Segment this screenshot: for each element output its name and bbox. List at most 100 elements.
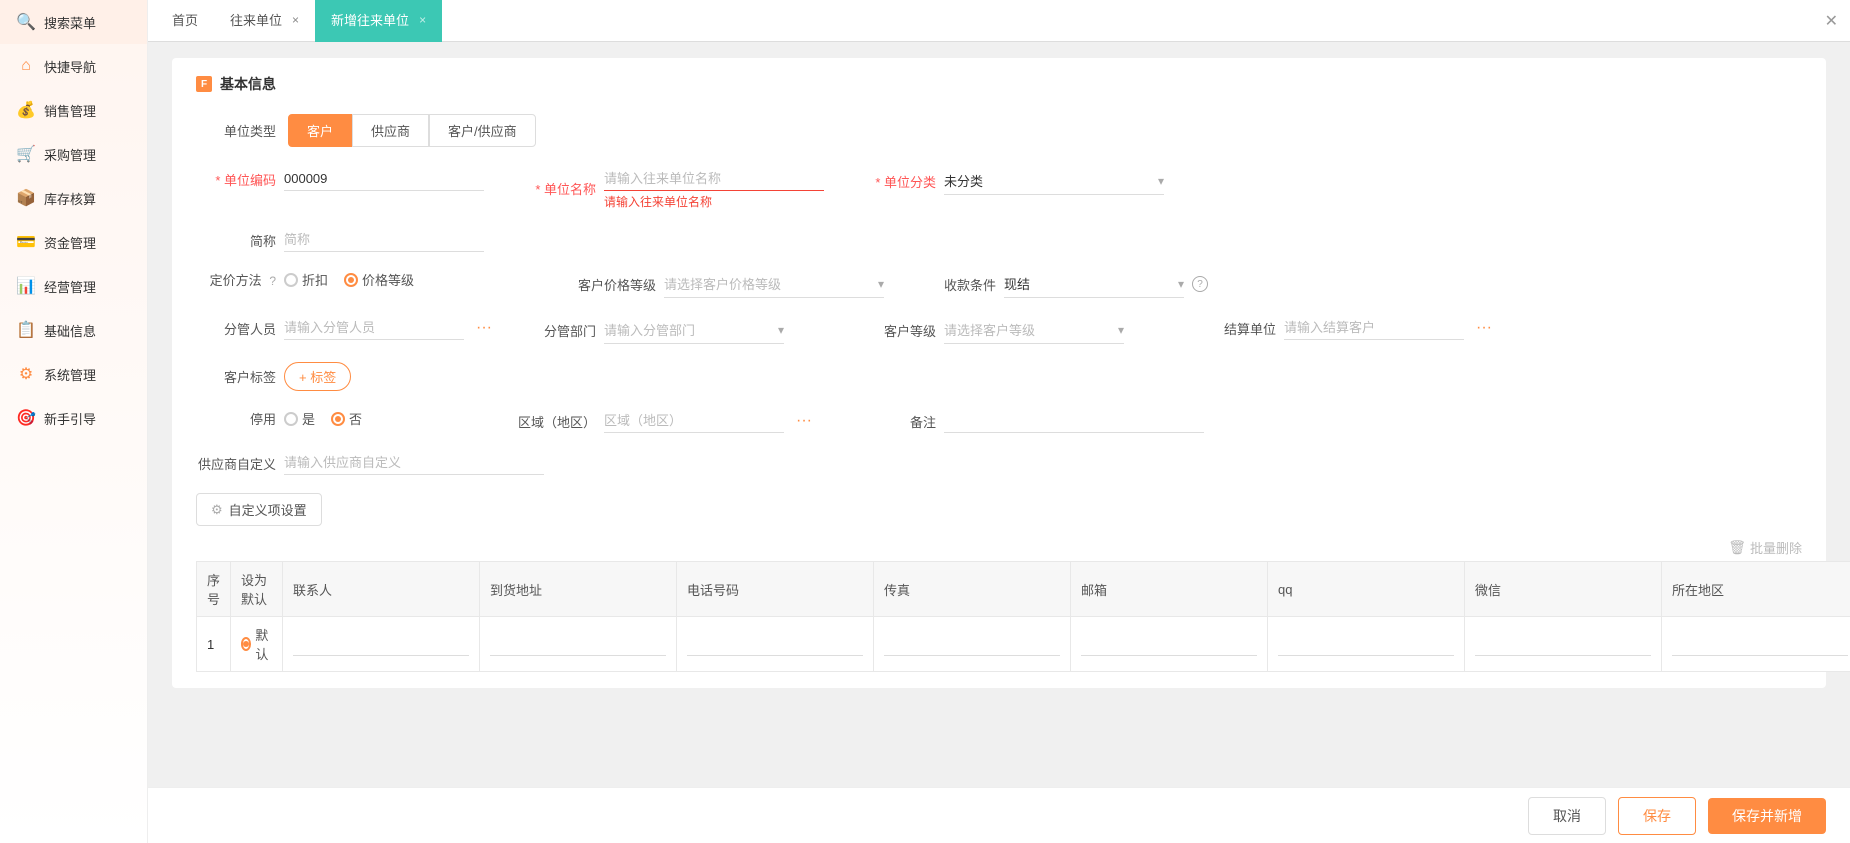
manager-field: 分管人员 ··· (196, 316, 516, 340)
type-btn-customer[interactable]: 客户 (288, 114, 352, 147)
window-close-icon[interactable]: ✕ (1825, 11, 1838, 31)
save-new-button[interactable]: 保存并新增 (1708, 798, 1826, 834)
sidebar-item-newbie[interactable]: 🎯 新手引导 (0, 396, 147, 440)
unit-type-btn-group: 客户 供应商 客户/供应商 (288, 114, 536, 147)
sidebar-item-basic[interactable]: 📋 基础信息 (0, 308, 147, 352)
region-more-btn[interactable]: ··· (792, 412, 816, 430)
pricing-discount-radio[interactable]: 折扣 (284, 270, 328, 289)
sidebar-item-sales[interactable]: 💰 销售管理 (0, 88, 147, 132)
col-region: 所在地区 (1662, 562, 1850, 617)
cell-contact[interactable] (283, 617, 480, 672)
col-fax: 传真 (874, 562, 1071, 617)
sidebar-item-finance[interactable]: 💳 资金管理 (0, 220, 147, 264)
unit-name-input[interactable] (604, 167, 824, 191)
pricing-method-field: 定价方法 ? 折扣 价格等级 (196, 270, 576, 289)
cell-wechat[interactable] (1465, 617, 1662, 672)
batch-delete-icon: 🗑 (1728, 539, 1746, 556)
tab-new-partner[interactable]: 新增往来单位 × (315, 0, 442, 42)
manager-label: 分管人员 (196, 319, 276, 338)
sidebar-item-quick-nav[interactable]: ⌂ 快捷导航 (0, 44, 147, 88)
form-row-4: 分管人员 ··· 分管部门 请输入分管部门 ▾ 客户等级 请选择客户等级 ▾ (196, 316, 1802, 344)
pricing-price-level-radio[interactable]: 价格等级 (344, 270, 414, 289)
short-name-input[interactable] (284, 228, 484, 252)
sidebar-item-system[interactable]: ⚙ 系统管理 (0, 352, 147, 396)
sidebar-item-inventory[interactable]: 📦 库存核算 (0, 176, 147, 220)
payment-terms-help-icon[interactable]: ? (1192, 276, 1208, 292)
settlement-more-btn[interactable]: ··· (1472, 319, 1496, 337)
save-button[interactable]: 保存 (1618, 797, 1696, 835)
sidebar-item-operations[interactable]: 📊 经营管理 (0, 264, 147, 308)
disable-field: 停用 是 否 (196, 409, 516, 428)
customer-tag-label: 客户标签 (196, 367, 276, 386)
type-btn-supplier[interactable]: 供应商 (352, 114, 429, 147)
unit-name-error: 请输入往来单位名称 (604, 193, 856, 210)
phone-input[interactable] (687, 632, 863, 656)
batch-delete-label[interactable]: 批量删除 (1750, 538, 1802, 557)
cell-fax[interactable] (874, 617, 1071, 672)
footer: 取消 保存 保存并新增 (148, 787, 1850, 843)
qq-input[interactable] (1278, 632, 1454, 656)
unit-category-select[interactable]: 未分类 ▾ (944, 167, 1164, 195)
tab-partner[interactable]: 往来单位 × (214, 0, 315, 42)
sidebar-item-search[interactable]: 🔍 搜索菜单 (0, 0, 147, 44)
unit-code-input[interactable] (284, 167, 484, 191)
manager-input[interactable] (284, 316, 464, 340)
pricing-radio-group: 折扣 价格等级 (284, 270, 414, 289)
region-table-input[interactable] (1672, 632, 1848, 656)
home-icon: ⌂ (16, 56, 36, 76)
tab-partner-close[interactable]: × (292, 13, 299, 27)
sidebar-item-purchase[interactable]: 🛒 采购管理 (0, 132, 147, 176)
inventory-icon: 📦 (16, 188, 36, 208)
chevron-down-icon: ▾ (1158, 174, 1164, 188)
disable-yes-radio[interactable]: 是 (284, 409, 315, 428)
type-btn-both[interactable]: 客户/供应商 (429, 114, 536, 147)
cell-email[interactable] (1071, 617, 1268, 672)
department-label: 分管部门 (516, 321, 596, 340)
short-name-field: 简称 (196, 228, 516, 252)
section-title-icon: F (196, 76, 212, 92)
cell-phone[interactable] (677, 617, 874, 672)
purchase-icon: 🛒 (16, 144, 36, 164)
customer-level-select[interactable]: 请选择客户等级 ▾ (944, 316, 1124, 344)
cell-qq[interactable] (1268, 617, 1465, 672)
form-row-2: 简称 (196, 228, 1802, 252)
batch-delete-area: 🗑 批量删除 (196, 538, 1802, 557)
main-content: 首页 往来单位 × 新增往来单位 × ✕ F 基本信息 单位类型 客户 供应商 (148, 0, 1850, 843)
wechat-input[interactable] (1475, 632, 1651, 656)
unit-name-wrapper: 请输入往来单位名称 (604, 167, 856, 210)
tab-home[interactable]: 首页 (156, 0, 214, 42)
unit-category-label: * 单位分类 (856, 172, 936, 191)
tab-new-partner-close[interactable]: × (419, 13, 426, 27)
settlement-unit-field: 结算单位 ··· (1196, 316, 1536, 340)
add-tag-button[interactable]: + 标签 (284, 362, 351, 391)
address-input[interactable] (490, 632, 666, 656)
cancel-button[interactable]: 取消 (1528, 797, 1606, 835)
department-select[interactable]: 请输入分管部门 ▾ (604, 316, 784, 344)
disable-no-radio[interactable]: 否 (331, 409, 362, 428)
unit-category-field: * 单位分类 未分类 ▾ (856, 167, 1196, 195)
contact-table: 序号 设为默认 联系人 到货地址 电话号码 传真 邮箱 qq 微信 所在地区 操… (196, 561, 1850, 672)
cell-region[interactable] (1662, 617, 1850, 672)
section-title: F 基本信息 (196, 74, 1802, 94)
customer-price-level-select[interactable]: 请选择客户价格等级 ▾ (664, 270, 884, 298)
settlement-unit-input[interactable] (1284, 316, 1464, 340)
col-index: 序号 (197, 562, 231, 617)
contact-input[interactable] (293, 632, 469, 656)
pricing-discount-circle (284, 273, 298, 287)
note-label: 备注 (856, 412, 936, 431)
manager-more-btn[interactable]: ··· (472, 319, 496, 337)
pricing-help-icon[interactable]: ? (269, 274, 276, 288)
note-input[interactable] (944, 409, 1204, 433)
fax-input[interactable] (884, 632, 1060, 656)
form-row-6: 停用 是 否 区域（地区） ··· (196, 409, 1802, 433)
payment-terms-select[interactable]: 现结 ▾ (1004, 270, 1184, 298)
customer-price-level-label: 客户价格等级 (576, 275, 656, 294)
default-radio[interactable]: 默认 (241, 625, 272, 663)
payment-terms-label: 收款条件 (916, 275, 996, 294)
cell-address[interactable] (480, 617, 677, 672)
region-input[interactable] (604, 409, 784, 433)
custom-settings-button[interactable]: ⚙ 自定义项设置 (196, 493, 322, 526)
chevron-down-icon-4: ▾ (778, 323, 784, 337)
email-input[interactable] (1081, 632, 1257, 656)
supplier-custom-input[interactable] (284, 451, 544, 475)
